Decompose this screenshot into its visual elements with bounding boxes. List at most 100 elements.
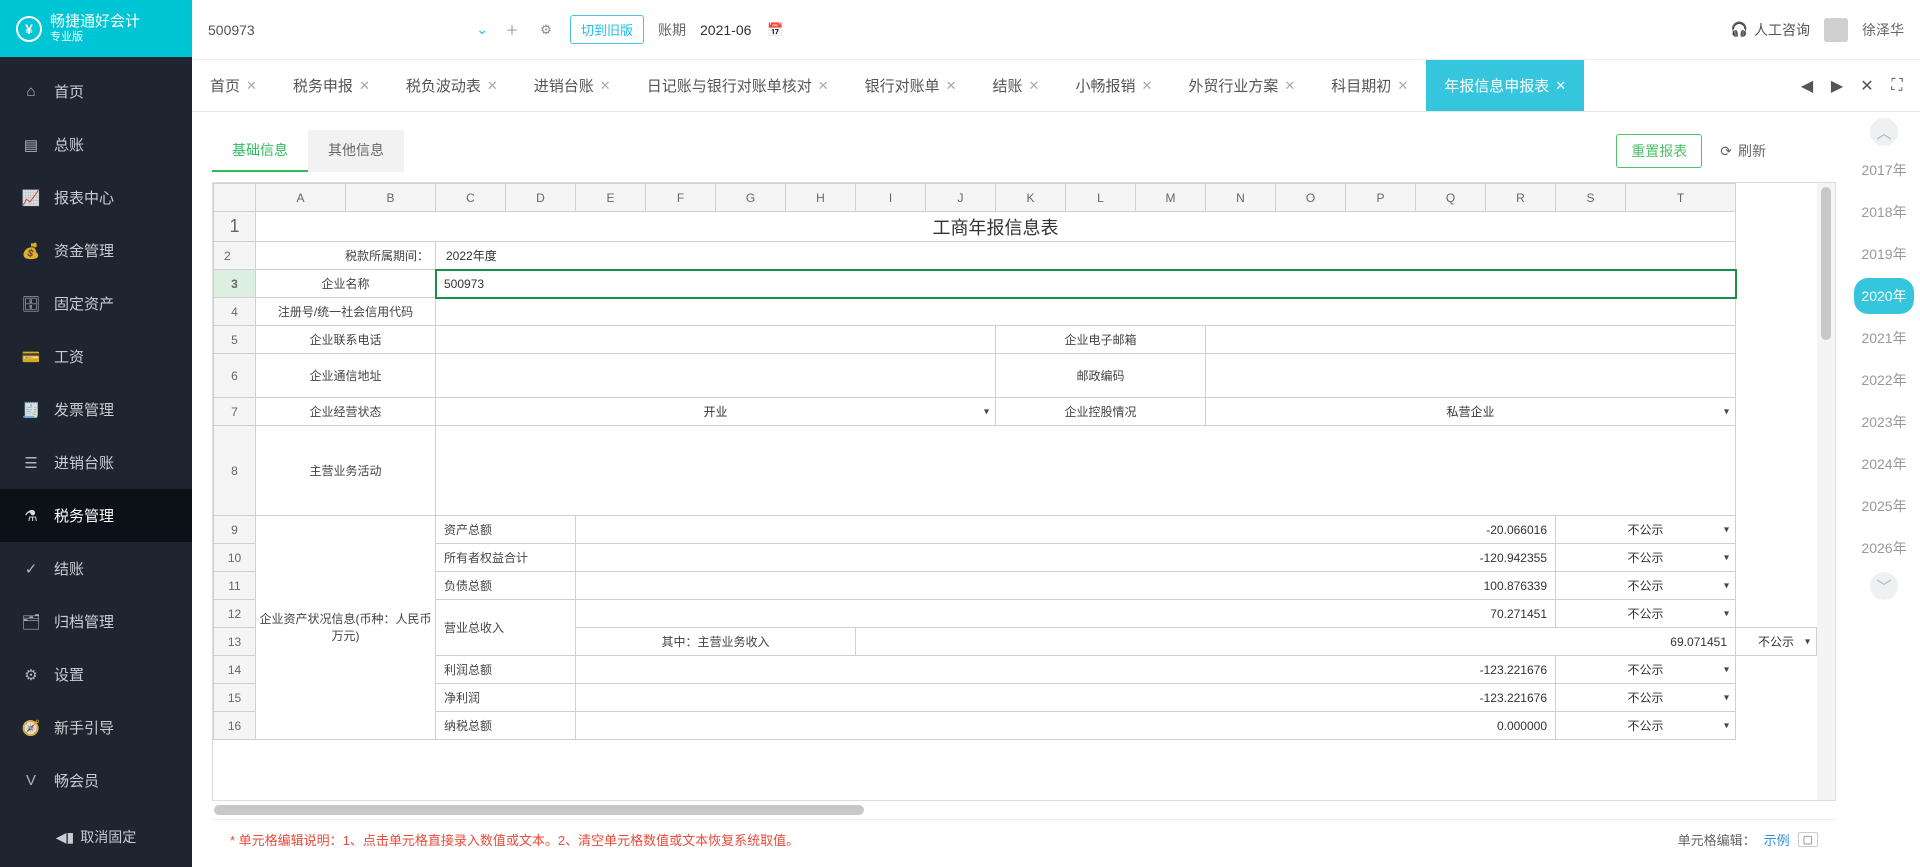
nav-item-3[interactable]: 💰资金管理 — [0, 224, 192, 277]
year-2023年[interactable]: 2023年 — [1854, 404, 1914, 440]
row-header-2[interactable]: 2 — [214, 242, 256, 270]
nav-item-5[interactable]: 💳工资 — [0, 330, 192, 383]
value-cell-15[interactable]: -123.221676 — [576, 684, 1556, 712]
nav-item-12[interactable]: 🧭新手引导 — [0, 701, 192, 754]
close-icon[interactable]: ✕ — [487, 78, 498, 94]
year-2022年[interactable]: 2022年 — [1854, 362, 1914, 398]
value-cell-16[interactable]: 0.000000 — [576, 712, 1556, 740]
nav-item-4[interactable]: 🗄固定资产 — [0, 277, 192, 330]
row-header-10[interactable]: 10 — [214, 544, 256, 572]
publish-cell-13[interactable]: 不公示 — [1736, 628, 1817, 656]
nav-item-10[interactable]: 🗂归档管理 — [0, 595, 192, 648]
publish-cell-16[interactable]: 不公示 — [1556, 712, 1736, 740]
refresh-button[interactable]: ⟳ 刷新 — [1720, 141, 1766, 161]
close-icon[interactable]: ✕ — [1555, 78, 1566, 94]
tab-close-all-icon[interactable]: ✕ — [1854, 73, 1880, 99]
close-icon[interactable]: ✕ — [359, 78, 370, 94]
period-value-cell[interactable]: 2022年度 — [436, 242, 1736, 270]
main-biz-cell[interactable] — [436, 426, 1736, 516]
holding-cell[interactable]: 私营企业 — [1206, 398, 1736, 426]
col-header-M[interactable]: M — [1136, 184, 1206, 212]
subtab-other[interactable]: 其他信息 — [308, 130, 404, 172]
year-2017年[interactable]: 2017年 — [1854, 152, 1914, 188]
col-header-I[interactable]: I — [856, 184, 926, 212]
avatar[interactable] — [1824, 18, 1848, 42]
unpin-sidebar[interactable]: ◀▮ 取消固定 — [0, 807, 192, 867]
year-2025年[interactable]: 2025年 — [1854, 488, 1914, 524]
col-header-T[interactable]: T — [1626, 184, 1736, 212]
row-header-14[interactable]: 14 — [214, 656, 256, 684]
phone-cell[interactable] — [436, 326, 996, 354]
year-2026年[interactable]: 2026年 — [1854, 530, 1914, 566]
spreadsheet[interactable]: ABCDEFGHIJKLMNOPQRST1工商年报信息表2税款所属期间：2022… — [212, 182, 1836, 801]
company-selector[interactable]: 500973 ⌄ — [208, 21, 488, 38]
tab-3[interactable]: 进销台账✕ — [516, 60, 629, 111]
switch-old-version-button[interactable]: 切到旧版 — [570, 15, 644, 44]
col-header-A[interactable]: A — [256, 184, 346, 212]
row-header-9[interactable]: 9 — [214, 516, 256, 544]
postcode-cell[interactable] — [1206, 354, 1736, 398]
row-header-4[interactable]: 4 — [214, 298, 256, 326]
row-header-15[interactable]: 15 — [214, 684, 256, 712]
tab-2[interactable]: 税负波动表✕ — [388, 60, 516, 111]
close-icon[interactable]: ✕ — [1284, 78, 1295, 94]
row-header-5[interactable]: 5 — [214, 326, 256, 354]
publish-cell-14[interactable]: 不公示 — [1556, 656, 1736, 684]
col-header-Q[interactable]: Q — [1416, 184, 1486, 212]
nav-item-13[interactable]: V畅会员 — [0, 754, 192, 807]
col-header-F[interactable]: F — [646, 184, 716, 212]
row-header-6[interactable]: 6 — [214, 354, 256, 398]
tab-scroll-left-icon[interactable]: ◀ — [1794, 73, 1820, 99]
col-header-H[interactable]: H — [786, 184, 856, 212]
col-header-G[interactable]: G — [716, 184, 786, 212]
customer-service-button[interactable]: 🎧 人工咨询 — [1731, 20, 1810, 40]
nav-item-7[interactable]: ☰进销台账 — [0, 436, 192, 489]
col-header-B[interactable]: B — [346, 184, 436, 212]
row-header-11[interactable]: 11 — [214, 572, 256, 600]
tab-7[interactable]: 小畅报销✕ — [1057, 60, 1170, 111]
year-scroll-up-icon[interactable]: ︿ — [1870, 118, 1898, 146]
status-cell[interactable]: 开业 — [436, 398, 996, 426]
show-example-link[interactable]: 示例 — [1764, 830, 1790, 849]
subtab-basic[interactable]: 基础信息 — [212, 130, 308, 172]
close-icon[interactable]: ✕ — [1029, 78, 1040, 94]
sheet-corner[interactable] — [214, 184, 256, 212]
value-cell-10[interactable]: -120.942355 — [576, 544, 1556, 572]
vertical-scrollbar[interactable] — [1817, 183, 1835, 800]
col-header-R[interactable]: R — [1486, 184, 1556, 212]
period-value[interactable]: 2021-06 — [700, 22, 751, 38]
address-cell[interactable] — [436, 354, 996, 398]
value-cell-14[interactable]: -123.221676 — [576, 656, 1556, 684]
example-toggle-icon[interactable]: ▢ — [1798, 832, 1818, 847]
row-header-3[interactable]: 3 — [214, 270, 256, 298]
close-icon[interactable]: ✕ — [246, 78, 257, 94]
year-2019年[interactable]: 2019年 — [1854, 236, 1914, 272]
add-icon[interactable]: ＋ — [502, 20, 522, 40]
publish-cell-15[interactable]: 不公示 — [1556, 684, 1736, 712]
reset-report-button[interactable]: 重置报表 — [1616, 134, 1702, 168]
close-icon[interactable]: ✕ — [818, 78, 829, 94]
col-header-C[interactable]: C — [436, 184, 506, 212]
close-icon[interactable]: ✕ — [946, 78, 957, 94]
col-header-S[interactable]: S — [1556, 184, 1626, 212]
tab-6[interactable]: 结账✕ — [975, 60, 1058, 111]
nav-item-11[interactable]: ⚙设置 — [0, 648, 192, 701]
year-2024年[interactable]: 2024年 — [1854, 446, 1914, 482]
nav-item-2[interactable]: 📈报表中心 — [0, 171, 192, 224]
col-header-N[interactable]: N — [1206, 184, 1276, 212]
tab-scroll-right-icon[interactable]: ▶ — [1824, 73, 1850, 99]
publish-cell-12[interactable]: 不公示 — [1556, 600, 1736, 628]
tab-5[interactable]: 银行对账单✕ — [847, 60, 975, 111]
row-header-7[interactable]: 7 — [214, 398, 256, 426]
col-header-K[interactable]: K — [996, 184, 1066, 212]
fullscreen-icon[interactable]: ⛶ — [1884, 73, 1910, 99]
publish-cell-9[interactable]: 不公示 — [1556, 516, 1736, 544]
year-2021年[interactable]: 2021年 — [1854, 320, 1914, 356]
row-header-1[interactable]: 1 — [214, 212, 256, 242]
value-cell-12[interactable]: 70.271451 — [576, 600, 1556, 628]
year-2020年[interactable]: 2020年 — [1854, 278, 1914, 314]
row-header-13[interactable]: 13 — [214, 628, 256, 656]
close-icon[interactable]: ✕ — [600, 78, 611, 94]
nav-item-8[interactable]: ⚗税务管理 — [0, 489, 192, 542]
tab-10[interactable]: 年报信息申报表✕ — [1426, 60, 1584, 111]
